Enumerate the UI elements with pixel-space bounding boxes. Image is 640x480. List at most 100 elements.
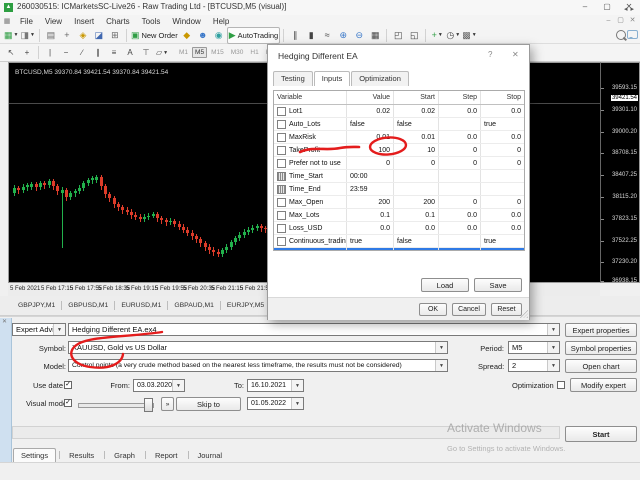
search-icon[interactable] xyxy=(616,30,626,40)
dialog-close-button[interactable]: ✕ xyxy=(512,50,519,59)
menu-view[interactable]: View xyxy=(39,17,68,26)
menu-file[interactable]: File xyxy=(14,17,39,26)
input-row-maxrisk[interactable]: MaxRisk 0.01 0.01 0.0 0.0 xyxy=(274,131,524,144)
indicators-icon[interactable]: + ▼ xyxy=(429,28,445,43)
skip-to-button[interactable]: Skip to xyxy=(176,397,241,411)
use-date-checkbox[interactable] xyxy=(64,381,72,389)
expert-properties-button[interactable]: Expert properties xyxy=(565,323,637,337)
menu-help[interactable]: Help xyxy=(207,17,235,26)
optimize-checkbox[interactable] xyxy=(277,119,286,129)
label-icon[interactable]: ⊤ xyxy=(138,45,154,60)
optimize-checkbox[interactable] xyxy=(277,249,286,250)
timeframe-m15[interactable]: M15 xyxy=(208,47,227,58)
text-icon[interactable]: A xyxy=(122,45,138,60)
optimize-checkbox[interactable] xyxy=(277,236,286,246)
child-close-button[interactable]: ✕ xyxy=(627,15,638,26)
menu-insert[interactable]: Insert xyxy=(68,17,100,26)
chart-tab-1[interactable]: GBPUSD,M1 xyxy=(62,300,114,311)
dialog-help-button[interactable]: ? xyxy=(488,50,492,59)
tester-tab-settings[interactable]: Settings xyxy=(13,448,57,462)
minimize-button[interactable]: – xyxy=(574,0,596,14)
navigator-icon[interactable]: ◈ xyxy=(75,28,91,43)
optimize-checkbox[interactable] xyxy=(277,171,286,181)
visual-speed-slider-track[interactable] xyxy=(78,403,154,408)
tester-close-button[interactable]: ✕ xyxy=(2,318,7,325)
dialog-tab-optimization[interactable]: Optimization xyxy=(351,71,409,86)
input-row-time-end[interactable]: Time_End 23:59 xyxy=(274,183,524,196)
save-button[interactable]: Save xyxy=(474,278,522,292)
crosshair-icon[interactable]: + xyxy=(19,45,35,60)
open-chart-button[interactable]: Open chart xyxy=(565,359,637,373)
autotrading-icon[interactable]: ▶ AutoTrading xyxy=(226,26,281,44)
input-row-prefer-not-to-use[interactable]: Prefer not to use 0 0 0 0 xyxy=(274,157,524,170)
zoom-in-icon[interactable]: ⊕ xyxy=(335,28,351,43)
optimize-checkbox[interactable] xyxy=(277,210,286,220)
dialog-tab-testing[interactable]: Testing xyxy=(273,71,313,86)
arrange-horizontal-icon[interactable]: ◰ xyxy=(390,28,406,43)
spread-select[interactable]: 2 ▼ xyxy=(508,359,560,372)
market-watch-icon[interactable]: ▤ xyxy=(43,28,59,43)
load-button[interactable]: Load xyxy=(421,278,469,292)
menu-charts[interactable]: Charts xyxy=(100,17,136,26)
timeframe-m30[interactable]: M30 xyxy=(228,47,247,58)
optimize-checkbox[interactable] xyxy=(277,158,286,168)
fast-forward-button[interactable]: » xyxy=(161,397,174,411)
optimize-checkbox[interactable] xyxy=(277,197,286,207)
input-row-max-lots[interactable]: Max_Lots 0.1 0.1 0.0 0.0 xyxy=(274,209,524,222)
tester-tab-journal[interactable]: Journal xyxy=(191,449,230,462)
visual-speed-slider-handle[interactable] xyxy=(144,398,153,412)
chart-tab-scroll[interactable]: ◂▸ xyxy=(624,5,637,13)
zoom-out-icon[interactable]: ⊖ xyxy=(351,28,367,43)
input-row-max-open[interactable]: Max_Open 200 200 0 0 xyxy=(274,196,524,209)
optimization-checkbox[interactable] xyxy=(557,381,565,389)
candlestick-chart-icon[interactable]: ▮ xyxy=(303,28,319,43)
horizontal-line-icon[interactable]: − xyxy=(58,45,74,60)
shapes-icon[interactable]: ▱ ▼ xyxy=(154,45,170,60)
tester-type-select[interactable]: Expert Advisor ▼ xyxy=(12,323,66,336)
symbol-select[interactable]: XAUUSD, Gold vs US Dollar ▼ xyxy=(68,341,448,354)
visual-mode-checkbox[interactable] xyxy=(64,399,72,407)
tile-windows-icon[interactable]: ▦ xyxy=(367,28,383,43)
child-minimize-button[interactable]: – xyxy=(603,15,614,26)
line-chart-icon[interactable]: ≈ xyxy=(319,28,335,43)
menu-tools[interactable]: Tools xyxy=(136,17,167,26)
resize-grip[interactable] xyxy=(520,310,528,318)
optimize-checkbox[interactable] xyxy=(277,145,286,155)
new-chart-icon[interactable]: ▦ ▼ xyxy=(3,28,19,43)
metaeditor-icon[interactable]: ◆ xyxy=(179,28,195,43)
input-row-lot1[interactable]: Lot1 0.02 0.02 0.0 0.0 xyxy=(274,105,524,118)
ok-button[interactable]: OK xyxy=(419,303,447,316)
symbol-properties-button[interactable]: Symbol properties xyxy=(565,341,637,355)
cursor-icon[interactable]: ↖ xyxy=(3,45,19,60)
trendline-icon[interactable]: ∕ xyxy=(74,45,90,60)
chart-tab-0[interactable]: GBPJPY,M1 xyxy=(12,300,61,311)
profiles-icon[interactable]: ◨ ▼ xyxy=(19,28,35,43)
from-date-field[interactable]: 03.03.2020 ▼ xyxy=(133,379,185,392)
maximize-button[interactable]: ▢ xyxy=(596,0,618,14)
optimize-checkbox[interactable] xyxy=(277,223,286,233)
tester-tab-graph[interactable]: Graph xyxy=(107,449,142,462)
timeframe-m1[interactable]: M1 xyxy=(176,47,191,58)
vertical-line-icon[interactable]: | xyxy=(42,45,58,60)
input-row-time-start[interactable]: Time_Start 00:00 xyxy=(274,170,524,183)
input-row-magicnumber[interactable]: MagicNumber2022202200 xyxy=(274,248,524,250)
chat-icon[interactable] xyxy=(627,30,638,39)
templates-icon[interactable]: ▩ ▼ xyxy=(461,28,477,43)
channel-icon[interactable]: ∥ xyxy=(90,45,106,60)
help-center-icon[interactable]: ◉ xyxy=(211,28,227,43)
experts-icon[interactable]: ☻ xyxy=(195,28,211,43)
optimize-checkbox[interactable] xyxy=(277,132,286,142)
price-axis[interactable]: 39593.15 39301.10 39000.20 38708.15 38407.25… xyxy=(600,62,640,284)
input-row-takeprofit[interactable]: TakeProfit 100 10 0 0 xyxy=(274,144,524,157)
modify-expert-button[interactable]: Modify expert xyxy=(570,378,637,392)
menu-window[interactable]: Window xyxy=(166,17,206,26)
dialog-tab-inputs[interactable]: Inputs xyxy=(313,71,351,86)
tester-tab-report[interactable]: Report xyxy=(148,449,185,462)
skip-date-field[interactable]: 01.05.2022 ▼ xyxy=(247,397,304,410)
model-select[interactable]: Control points (a very crude method base… xyxy=(68,359,448,372)
input-row-auto-lots[interactable]: Auto_Lots false false true xyxy=(274,118,524,131)
strategy-tester-icon[interactable]: ⊞ xyxy=(107,28,123,43)
new-order-icon[interactable]: ▣ New Order xyxy=(130,28,179,43)
optimize-checkbox[interactable] xyxy=(277,184,286,194)
reset-button[interactable]: Reset xyxy=(491,303,522,316)
